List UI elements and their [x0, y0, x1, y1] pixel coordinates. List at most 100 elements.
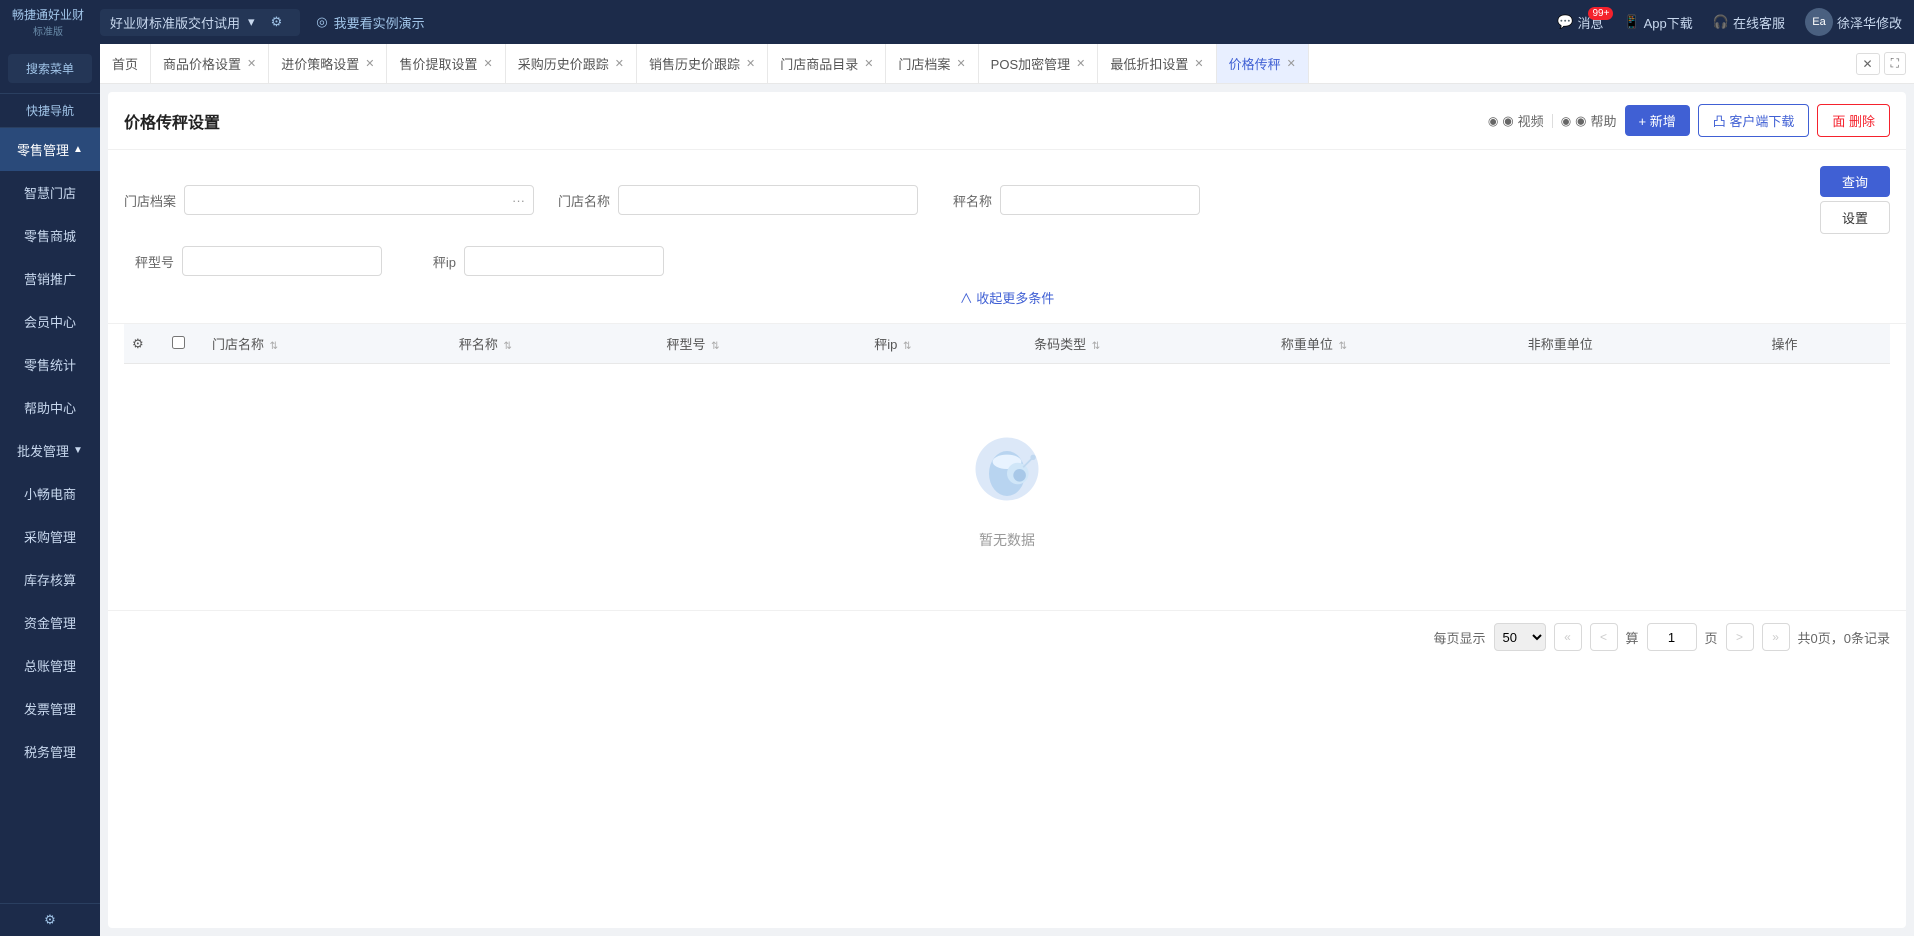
last-page-btn[interactable]: »: [1762, 623, 1790, 651]
delete-btn[interactable]: 面 删除: [1817, 104, 1890, 137]
filter-scale-model: 秤型号: [124, 246, 382, 276]
scale-ip-input[interactable]: [464, 246, 664, 276]
sidebar-item-accounting[interactable]: 总账管理: [0, 644, 100, 687]
tabs-bar: 首页 商品价格设置 ✕ 进价策略设置 ✕ 售价提取设置 ✕ 采购历史价跟踪 ✕: [100, 44, 1914, 84]
tab-min-discount[interactable]: 最低折扣设置 ✕: [1098, 44, 1216, 84]
sort-icon: ⇅: [270, 341, 278, 352]
page-size-label: 每页显示: [1433, 628, 1485, 647]
app-download-btn[interactable]: 📱 App下载: [1623, 13, 1692, 32]
tab-sale-history[interactable]: 销售历史价跟踪 ✕: [637, 44, 768, 84]
tab-store-catalog[interactable]: 门店商品目录 ✕: [768, 44, 886, 84]
sidebar-item-wholesale[interactable]: 批发管理: [0, 429, 100, 472]
scale-name-input[interactable]: [1000, 185, 1200, 215]
tab-purchase-strategy[interactable]: 进价策略设置 ✕: [269, 44, 387, 84]
th-scale-model: 秤型号 ⇅: [659, 324, 867, 364]
add-btn-label: + 新增: [1639, 111, 1676, 130]
scale-model-input[interactable]: [182, 246, 382, 276]
sidebar-item-member[interactable]: 会员中心: [0, 300, 100, 343]
page-size-select[interactable]: 10 20 50 100: [1494, 623, 1546, 651]
first-page-btn[interactable]: «: [1554, 623, 1582, 651]
th-scale-ip: 秤ip ⇅: [866, 324, 1026, 364]
app-container: 畅捷通好业财 标准版 好业财标准版交付试用 ▾ ⚙ 我要看实例演示 💬 99+ …: [0, 0, 1914, 936]
version-selector-dropdown-icon: ▾: [248, 14, 255, 30]
tab-home[interactable]: 首页: [100, 44, 151, 84]
store-file-selector[interactable]: ···: [184, 185, 534, 215]
tab-close-icon[interactable]: ✕: [746, 57, 755, 70]
collapse-btn[interactable]: ∧ 收起更多条件: [960, 288, 1055, 307]
help-link[interactable]: ◉ 帮助: [1561, 111, 1617, 130]
settings-btn[interactable]: 设置: [1820, 201, 1890, 234]
video-link[interactable]: ◉ 视频: [1488, 111, 1544, 130]
filter-scale-name-label: 秤名称: [942, 191, 992, 210]
logo-text: 畅捷通好业财: [12, 6, 84, 23]
tab-close-icon[interactable]: ✕: [956, 57, 965, 70]
headset-icon: 🎧: [1713, 14, 1729, 30]
sidebar-item-label: 发票管理: [24, 699, 76, 718]
filter-scale-model-label: 秤型号: [124, 252, 174, 271]
tab-close-icon[interactable]: ✕: [864, 57, 873, 70]
tab-price-scale[interactable]: 价格传秤 ✕: [1217, 44, 1309, 84]
tab-label: 商品价格设置: [163, 54, 241, 73]
quick-nav-btn[interactable]: 快捷导航: [0, 94, 100, 128]
add-btn[interactable]: + 新增: [1625, 105, 1690, 136]
filter-store-name-label: 门店名称: [558, 191, 610, 210]
sidebar-item-help[interactable]: 帮助中心: [0, 386, 100, 429]
video-icon: ◉: [1502, 113, 1513, 129]
tab-close-icon[interactable]: ✕: [365, 57, 374, 70]
demo-link[interactable]: 我要看实例演示: [316, 13, 424, 32]
tab-close-icon[interactable]: ✕: [484, 57, 493, 70]
tab-close-icon[interactable]: ✕: [1287, 57, 1296, 70]
sidebar-item-mini-ecom[interactable]: 小畅电商: [0, 472, 100, 515]
page-content: 价格传秤设置 ◉ 视频 ◉ 帮助 + 新增: [108, 92, 1906, 928]
close-tab-btn[interactable]: ✕: [1856, 53, 1880, 75]
settings-icon[interactable]: ⚙: [271, 14, 283, 30]
filter-scale-name: 秤名称: [942, 185, 1200, 215]
search-menu-btn[interactable]: 搜索菜单: [8, 54, 92, 83]
tab-close-icon[interactable]: ✕: [1194, 57, 1203, 70]
tab-sale-price[interactable]: 售价提取设置 ✕: [387, 44, 505, 84]
sidebar-item-smart-store[interactable]: 智慧门店: [0, 171, 100, 214]
main-layout: 搜索菜单 快捷导航 零售管理 智慧门店 零售商城 营销推广 会员中心: [0, 44, 1914, 936]
sidebar-settings-btn[interactable]: ⚙: [0, 903, 100, 936]
store-name-input[interactable]: [618, 185, 918, 215]
tab-label: 价格传秤: [1229, 54, 1281, 73]
download-btn[interactable]: 凸 客户端下载: [1698, 104, 1810, 137]
tab-close-icon[interactable]: ✕: [1076, 57, 1085, 70]
sidebar-item-inventory[interactable]: 库存核算: [0, 558, 100, 601]
sidebar-item-retail-mall[interactable]: 零售商城: [0, 214, 100, 257]
page-number-input[interactable]: [1647, 623, 1697, 651]
table-container: ⚙ 门店名称 ⇅ 秤名称: [108, 324, 1906, 610]
sidebar-item-tax[interactable]: 税务管理: [0, 730, 100, 773]
sidebar-item-retail-stats[interactable]: 零售统计: [0, 343, 100, 386]
online-service-btn[interactable]: 🎧 在线客服: [1713, 13, 1785, 32]
sidebar-item-purchase[interactable]: 采购管理: [0, 515, 100, 558]
version-selector-label: 好业财标准版交付试用: [110, 13, 240, 32]
version-selector[interactable]: 好业财标准版交付试用 ▾ ⚙: [100, 9, 300, 36]
select-all-checkbox[interactable]: [172, 336, 185, 349]
tab-store-file[interactable]: 门店档案 ✕: [886, 44, 978, 84]
sidebar-item-marketing[interactable]: 营销推广: [0, 257, 100, 300]
sort-icon: ⇅: [711, 341, 719, 352]
sidebar-item-retail-mgmt[interactable]: 零售管理: [0, 128, 100, 171]
query-btn[interactable]: 查询: [1820, 166, 1890, 197]
app-download-label: App下载: [1644, 13, 1693, 32]
tab-pos-mgmt[interactable]: POS加密管理 ✕: [979, 44, 1099, 84]
user-menu[interactable]: Ea 徐泽华修改: [1805, 8, 1902, 36]
sidebar-item-invoice[interactable]: 发票管理: [0, 687, 100, 730]
column-settings-icon[interactable]: ⚙: [132, 336, 144, 351]
tab-purchase-history[interactable]: 采购历史价跟踪 ✕: [506, 44, 637, 84]
filter-row-1: 门店档案 ··· 门店名称 秤名称: [124, 166, 1890, 234]
sidebar-item-finance[interactable]: 资金管理: [0, 601, 100, 644]
th-scale-model-label: 秤型号: [667, 337, 706, 352]
tab-close-icon[interactable]: ✕: [615, 57, 624, 70]
maximize-btn[interactable]: ⛶: [1884, 52, 1906, 75]
tab-label: 门店商品目录: [780, 54, 858, 73]
tab-label: POS加密管理: [991, 54, 1070, 73]
prev-page-btn[interactable]: <: [1590, 623, 1618, 651]
th-checkbox: [164, 324, 204, 364]
avatar-initials: Ea: [1812, 16, 1825, 28]
next-page-btn[interactable]: >: [1726, 623, 1754, 651]
message-btn[interactable]: 💬 99+ 消息: [1557, 13, 1603, 32]
tab-close-icon[interactable]: ✕: [247, 57, 256, 70]
tab-price-settings[interactable]: 商品价格设置 ✕: [151, 44, 269, 84]
